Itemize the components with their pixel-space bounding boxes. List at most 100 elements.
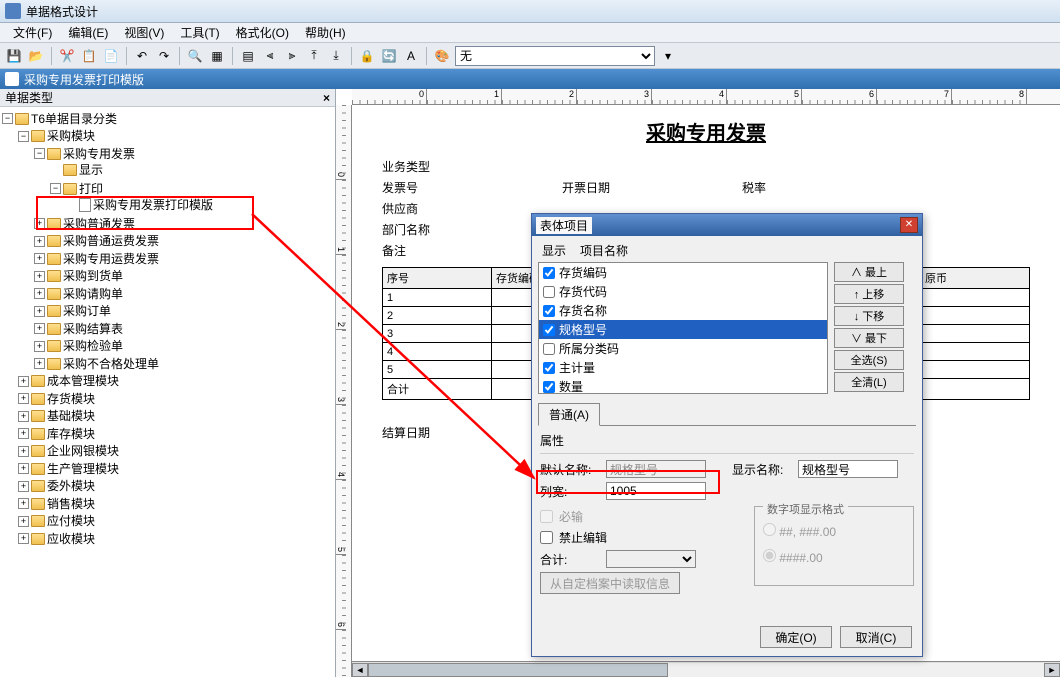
table-cell[interactable]: 4 xyxy=(383,343,492,361)
refresh-icon[interactable]: 🔄 xyxy=(380,47,398,65)
align-left-icon[interactable]: ⫷ xyxy=(261,47,279,65)
scroll-left-icon[interactable]: ◄ xyxy=(352,663,368,677)
expander-icon[interactable]: + xyxy=(34,341,45,352)
align-top-icon[interactable]: ⤒ xyxy=(305,47,323,65)
tree-module[interactable]: 应收模块 xyxy=(47,531,95,547)
expander-icon[interactable]: + xyxy=(18,428,29,439)
lock-icon[interactable]: 🔒 xyxy=(358,47,376,65)
list-item[interactable]: 数量 xyxy=(539,377,827,394)
color-icon[interactable]: 🎨 xyxy=(433,47,451,65)
tree-module[interactable]: 生产管理模块 xyxy=(47,461,119,477)
tree-print-template[interactable]: 采购专用发票打印模版 xyxy=(93,197,213,213)
expander-icon[interactable]: + xyxy=(34,323,45,334)
tree-module[interactable]: 销售模块 xyxy=(47,496,95,512)
expander-icon[interactable]: + xyxy=(18,411,29,422)
tree-purchase-invoice[interactable]: 采购专用发票 xyxy=(63,146,135,162)
redo-icon[interactable]: ↷ xyxy=(155,47,173,65)
display-name-input[interactable] xyxy=(798,460,898,478)
move-bottom-button[interactable]: ∨ 最下 xyxy=(834,328,904,348)
sum-combo[interactable] xyxy=(606,550,696,568)
tree-module[interactable]: 应付模块 xyxy=(47,513,95,529)
tree-item[interactable]: 采购订单 xyxy=(63,303,111,319)
expander-icon[interactable]: + xyxy=(34,271,45,282)
table-cell[interactable]: 5 xyxy=(383,361,492,379)
align-bottom-icon[interactable]: ⤓ xyxy=(327,47,345,65)
expander-icon[interactable]: + xyxy=(34,218,45,229)
dialog-titlebar[interactable]: 表体项目 ✕ xyxy=(532,214,922,236)
tree-item[interactable]: 采购请购单 xyxy=(63,286,123,302)
undo-icon[interactable]: ↶ xyxy=(133,47,151,65)
expander-icon[interactable]: + xyxy=(18,446,29,457)
style-combo[interactable]: 无 xyxy=(455,46,655,66)
copy-icon[interactable]: 📋 xyxy=(80,47,98,65)
tree-module[interactable]: 库存模块 xyxy=(47,426,95,442)
table-cell[interactable]: 3 xyxy=(383,325,492,343)
tree-module[interactable]: 企业网银模块 xyxy=(47,443,119,459)
scroll-right-icon[interactable]: ► xyxy=(1044,663,1060,677)
close-panel-icon[interactable]: × xyxy=(323,91,330,105)
list-checkbox[interactable] xyxy=(543,381,555,393)
scroll-thumb[interactable] xyxy=(368,663,668,677)
tree-item[interactable]: 采购专用运费发票 xyxy=(63,251,159,267)
menu-tools[interactable]: 工具(T) xyxy=(172,22,227,43)
list-checkbox[interactable] xyxy=(543,286,555,298)
expander-icon[interactable]: + xyxy=(34,236,45,247)
table-cell[interactable]: 1 xyxy=(383,289,492,307)
field-list[interactable]: 存货编码存货代码存货名称规格型号所属分类码主计量数量 xyxy=(538,262,828,394)
expander-icon[interactable]: − xyxy=(2,113,13,124)
tree-module[interactable]: 存货模块 xyxy=(47,391,95,407)
list-checkbox[interactable] xyxy=(543,324,555,336)
move-top-button[interactable]: ∧ 最上 xyxy=(834,262,904,282)
list-item[interactable]: 存货代码 xyxy=(539,282,827,301)
dropdown-icon[interactable]: ▾ xyxy=(659,47,677,65)
expander-icon[interactable]: + xyxy=(34,253,45,264)
grid-icon[interactable]: ▤ xyxy=(239,47,257,65)
align-icon[interactable]: ▦ xyxy=(208,47,226,65)
move-down-button[interactable]: ↓ 下移 xyxy=(834,306,904,326)
noedit-checkbox[interactable] xyxy=(540,531,553,544)
expander-icon[interactable]: − xyxy=(34,148,45,159)
menu-help[interactable]: 帮助(H) xyxy=(297,22,354,43)
tree-item[interactable]: 采购检验单 xyxy=(63,338,123,354)
col-width-input[interactable] xyxy=(606,482,706,500)
menu-edit[interactable]: 编辑(E) xyxy=(60,22,116,43)
expander-icon[interactable]: − xyxy=(18,131,29,142)
tree-print[interactable]: 打印 xyxy=(79,181,103,197)
list-checkbox[interactable] xyxy=(543,362,555,374)
tree-module[interactable]: 基础模块 xyxy=(47,408,95,424)
list-checkbox[interactable] xyxy=(543,305,555,317)
cancel-button[interactable]: 取消(C) xyxy=(840,626,912,648)
expander-icon[interactable]: + xyxy=(18,516,29,527)
menu-view[interactable]: 视图(V) xyxy=(116,22,172,43)
expander-icon[interactable]: + xyxy=(34,358,45,369)
move-up-button[interactable]: ↑ 上移 xyxy=(834,284,904,304)
clear-all-button[interactable]: 全清(L) xyxy=(834,372,904,392)
font-icon[interactable]: A xyxy=(402,47,420,65)
tree-display[interactable]: 显示 xyxy=(79,162,103,178)
expander-icon[interactable]: + xyxy=(34,306,45,317)
tree-item[interactable]: 采购到货单 xyxy=(63,268,123,284)
tab-general[interactable]: 普通(A) xyxy=(538,403,600,426)
save-icon[interactable]: 💾 xyxy=(5,47,23,65)
table-header[interactable]: 原币 xyxy=(920,268,1029,289)
expander-icon[interactable]: + xyxy=(34,288,45,299)
list-item[interactable]: 主计量 xyxy=(539,358,827,377)
expander-icon[interactable]: + xyxy=(18,533,29,544)
cut-icon[interactable]: ✂️ xyxy=(58,47,76,65)
tree[interactable]: −T6单据目录分类 −采购模块 −采购专用发票 显示 −打印 采购专用发票打印模… xyxy=(0,107,335,677)
zoom-icon[interactable]: 🔍 xyxy=(186,47,204,65)
dialog-close-icon[interactable]: ✕ xyxy=(900,217,918,233)
tree-purchase[interactable]: 采购模块 xyxy=(47,128,95,144)
menu-file[interactable]: 文件(F) xyxy=(5,22,60,43)
table-cell[interactable]: 2 xyxy=(383,307,492,325)
ok-button[interactable]: 确定(O) xyxy=(760,626,832,648)
tree-item[interactable]: 采购普通运费发票 xyxy=(63,233,159,249)
expander-icon[interactable]: + xyxy=(18,376,29,387)
list-checkbox[interactable] xyxy=(543,267,555,279)
expander-icon[interactable]: + xyxy=(18,463,29,474)
list-item[interactable]: 所属分类码 xyxy=(539,339,827,358)
tree-item[interactable]: 采购结算表 xyxy=(63,321,123,337)
open-icon[interactable]: 📂 xyxy=(27,47,45,65)
paste-icon[interactable]: 📄 xyxy=(102,47,120,65)
menu-format[interactable]: 格式化(O) xyxy=(228,22,297,43)
